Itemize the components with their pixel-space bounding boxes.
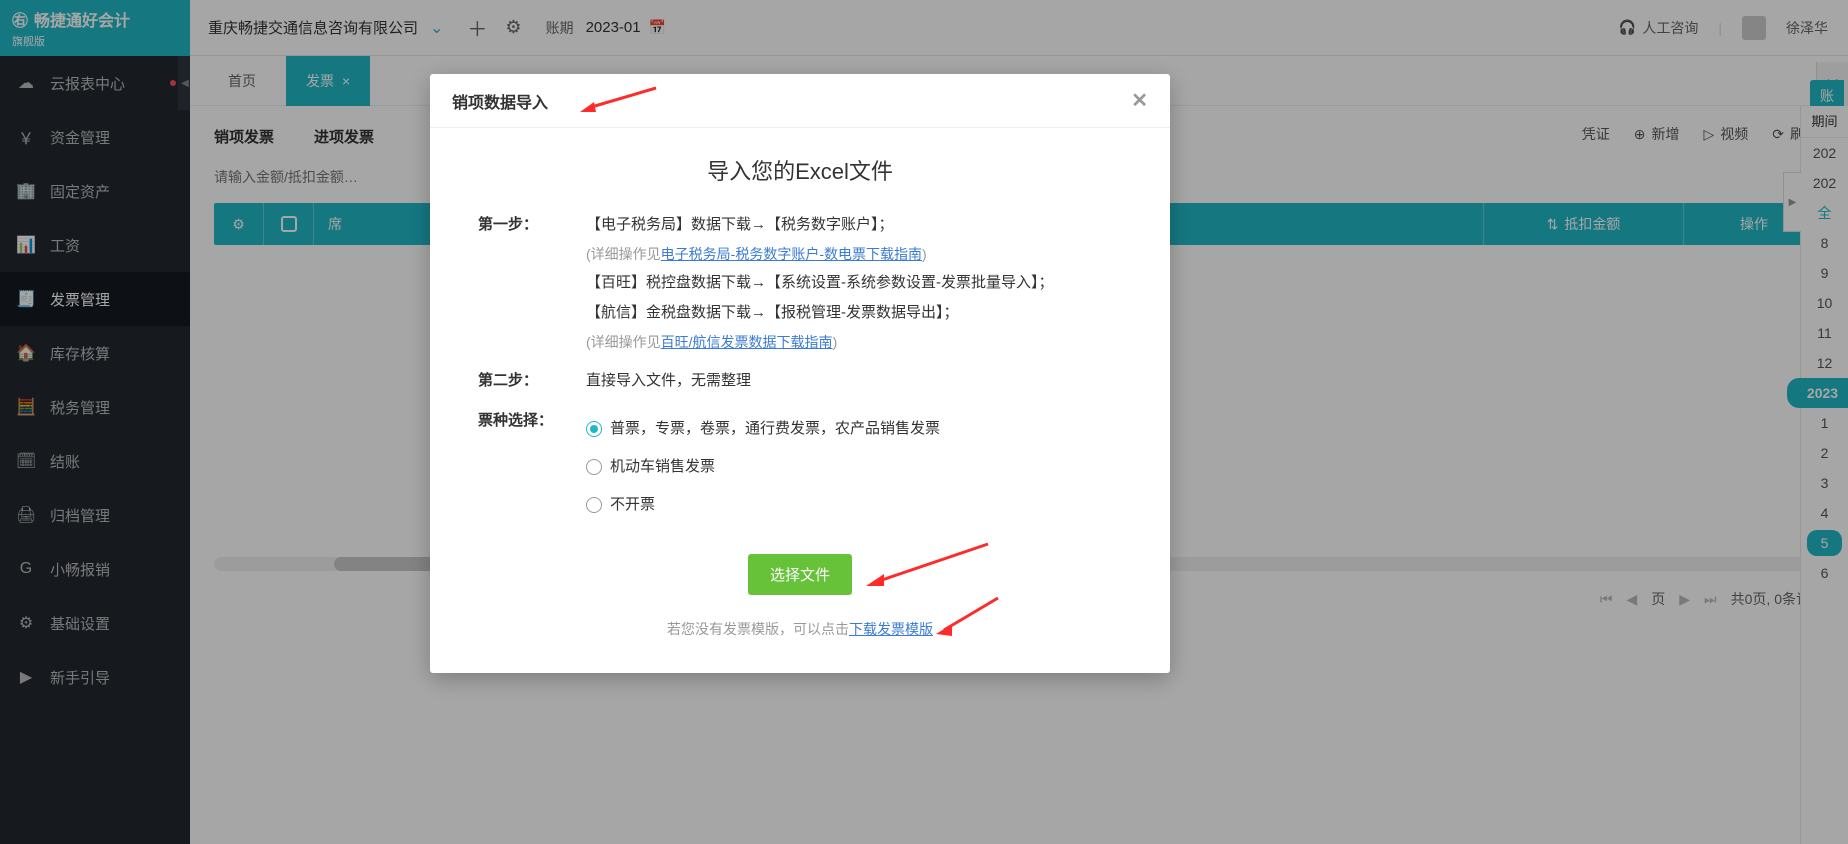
radio-option-general[interactable]: 普票，专票，卷票，通行费发票，农产品销售发票 xyxy=(586,414,1122,444)
link-etax-guide[interactable]: 电子税务局-税务数字账户-数电票下载指南 xyxy=(661,246,922,262)
modal-close-icon[interactable]: ✕ xyxy=(1131,88,1148,113)
download-template-link[interactable]: 下载发票模版 xyxy=(849,621,933,637)
step1-label: 第一步： xyxy=(478,210,562,356)
modal-heading: 导入您的Excel文件 xyxy=(478,154,1122,186)
type-label: 票种选择： xyxy=(478,406,562,528)
import-modal: 销项数据导入 ✕ 导入您的Excel文件 第一步： 【电子税务局】数据下载→【税… xyxy=(430,74,1170,673)
modal-header: 销项数据导入 ✕ xyxy=(430,74,1170,128)
radio-icon xyxy=(586,497,602,513)
choose-file-button[interactable]: 选择文件 xyxy=(748,554,852,595)
radio-icon xyxy=(586,459,602,475)
step1-line3: 【航信】金税盘数据下载→【报税管理-发票数据导出】； xyxy=(586,298,1122,328)
modal-title-text: 销项数据导入 xyxy=(452,89,548,113)
step1-line1: 【电子税务局】数据下载→【税务数字账户】； xyxy=(586,210,1122,240)
step1-line2: 【百旺】税控盘数据下载→【系统设置-系统参数设置-发票批量导入】； xyxy=(586,268,1122,298)
radio-icon xyxy=(586,421,602,437)
step2-text: 直接导入文件，无需整理 xyxy=(586,366,1122,396)
radio-option-vehicle[interactable]: 机动车销售发票 xyxy=(586,452,1122,482)
radio-option-no-invoice[interactable]: 不开票 xyxy=(586,490,1122,520)
modal-footer: 若您没有发票模版，可以点击下载发票模版 xyxy=(478,619,1122,639)
link-bw-hx-guide[interactable]: 百旺/航信发票数据下载指南 xyxy=(661,334,833,350)
step2-label: 第二步： xyxy=(478,366,562,396)
